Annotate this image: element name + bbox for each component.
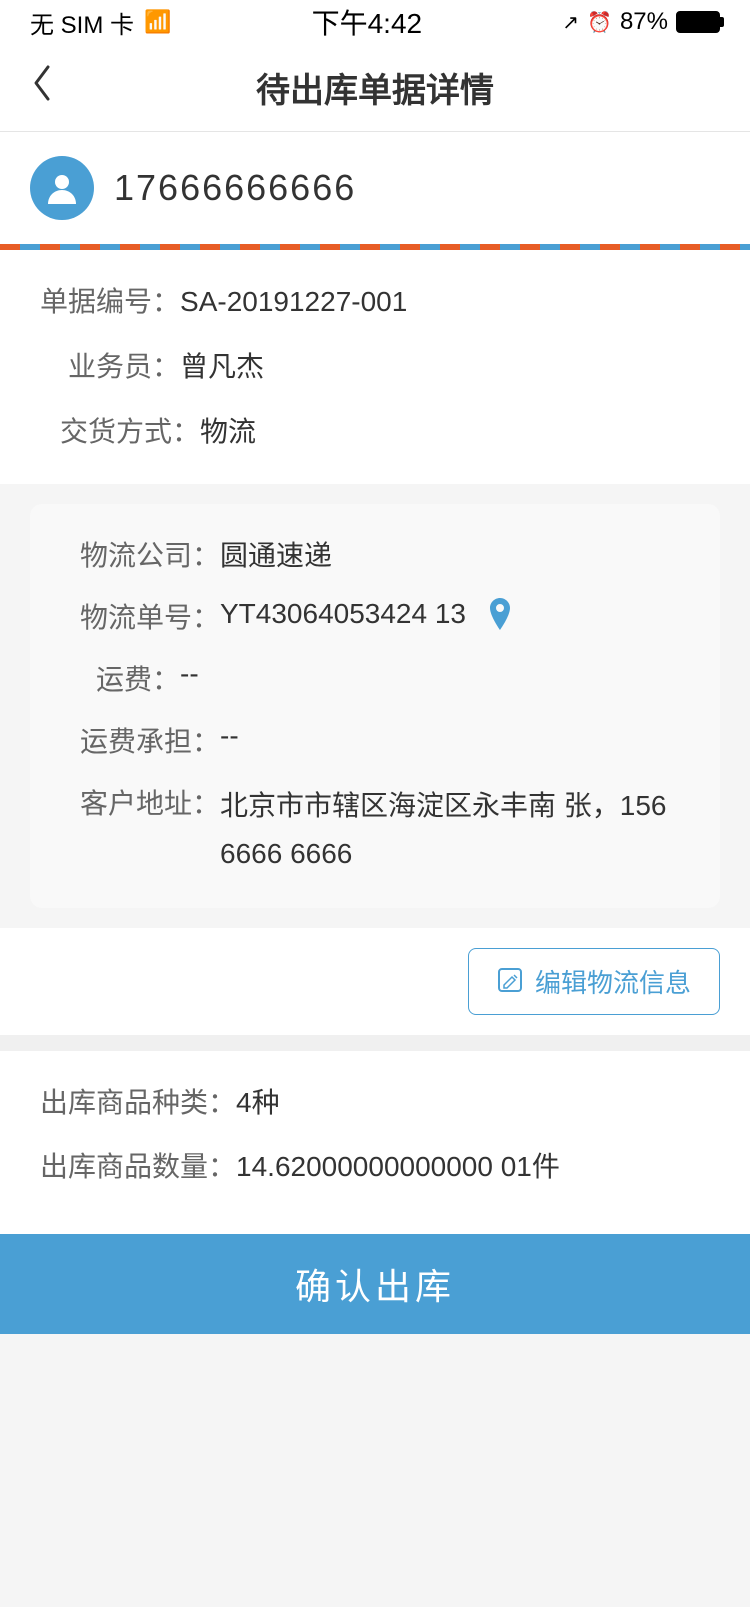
types-row: 出库商品种类： 4种: [40, 1081, 710, 1126]
logistics-company-row: 物流公司： 圆通速递: [60, 534, 690, 574]
delivery-label: 交货方式：: [40, 410, 200, 455]
sales-rep-label: 业务员：: [40, 345, 180, 390]
edit-icon: [497, 967, 525, 995]
tracking-location-icon[interactable]: [482, 596, 518, 632]
back-button[interactable]: [30, 63, 54, 112]
tracking-number-row: 物流单号： YT43064053424 13: [60, 596, 690, 636]
address-label: 客户地址：: [60, 782, 220, 822]
status-right: ↗ ⏰ 87%: [562, 8, 720, 36]
freight-row: 运费： --: [60, 658, 690, 698]
customer-phone: 17666666666: [114, 167, 356, 209]
order-info-section: 单据编号： SA-20191227-001 业务员： 曾凡杰 交货方式： 物流: [0, 250, 750, 484]
quantity-row: 出库商品数量： 14.62000000000000 01件: [40, 1145, 710, 1190]
outbound-stats-section: 出库商品种类： 4种 出库商品数量： 14.62000000000000 01件: [0, 1051, 750, 1221]
edit-logistics-label: 编辑物流信息: [535, 963, 691, 1000]
order-number-label: 单据编号：: [40, 280, 180, 325]
section-divider-1: [0, 1035, 750, 1051]
avatar: [30, 156, 94, 220]
logistics-card: 物流公司： 圆通速递 物流单号： YT43064053424 13 运费： --…: [30, 504, 720, 907]
tracking-number-label: 物流单号：: [60, 596, 220, 636]
wifi-icon: 📶: [144, 9, 171, 35]
freight-bearer-value: --: [220, 720, 690, 752]
order-number-value: SA-20191227-001: [180, 280, 710, 325]
location-status-icon: ↗: [562, 10, 579, 35]
bottom-spacer: [0, 1327, 750, 1507]
customer-header: 17666666666: [0, 132, 750, 244]
address-value: 北京市市辖区海淀区永丰南 张，156 6666 6666: [220, 782, 690, 877]
confirm-outbound-label: 确认出库: [295, 1266, 455, 1307]
types-label: 出库商品种类：: [40, 1081, 236, 1126]
status-left: 无 SIM 卡 📶: [30, 5, 171, 40]
types-value: 4种: [236, 1081, 710, 1126]
tracking-value-container: YT43064053424 13: [220, 596, 518, 632]
sales-rep-row: 业务员： 曾凡杰: [40, 345, 710, 390]
delivery-value: 物流: [200, 410, 710, 455]
logistics-company-label: 物流公司：: [60, 534, 220, 574]
delivery-row: 交货方式： 物流: [40, 410, 710, 455]
address-row: 客户地址： 北京市市辖区海淀区永丰南 张，156 6666 6666: [60, 782, 690, 877]
alarm-icon: ⏰: [587, 10, 612, 35]
confirm-outbound-button[interactable]: 确认出库: [0, 1234, 750, 1334]
battery-text: 87%: [620, 8, 668, 36]
freight-bearer-row: 运费承担： --: [60, 720, 690, 760]
battery-indicator: [676, 11, 720, 33]
order-number-row: 单据编号： SA-20191227-001: [40, 280, 710, 325]
page-title: 待出库单据详情: [256, 63, 494, 112]
nav-bar: 待出库单据详情: [0, 44, 750, 132]
quantity-value: 14.62000000000000 01件: [236, 1145, 710, 1190]
freight-label: 运费：: [60, 658, 180, 698]
logistics-company-value: 圆通速递: [220, 534, 690, 574]
edit-logistics-button[interactable]: 编辑物流信息: [468, 948, 720, 1015]
quantity-label: 出库商品数量：: [40, 1145, 236, 1190]
edit-btn-row: 编辑物流信息: [0, 928, 750, 1035]
sales-rep-value: 曾凡杰: [180, 345, 710, 390]
freight-value: --: [180, 658, 690, 690]
freight-bearer-label: 运费承担：: [60, 720, 220, 760]
carrier-text: 无 SIM 卡: [30, 5, 134, 40]
status-bar: 无 SIM 卡 📶 下午4:42 ↗ ⏰ 87%: [0, 0, 750, 44]
status-time: 下午4:42: [312, 2, 423, 42]
tracking-number-value: YT43064053424 13: [220, 598, 466, 630]
